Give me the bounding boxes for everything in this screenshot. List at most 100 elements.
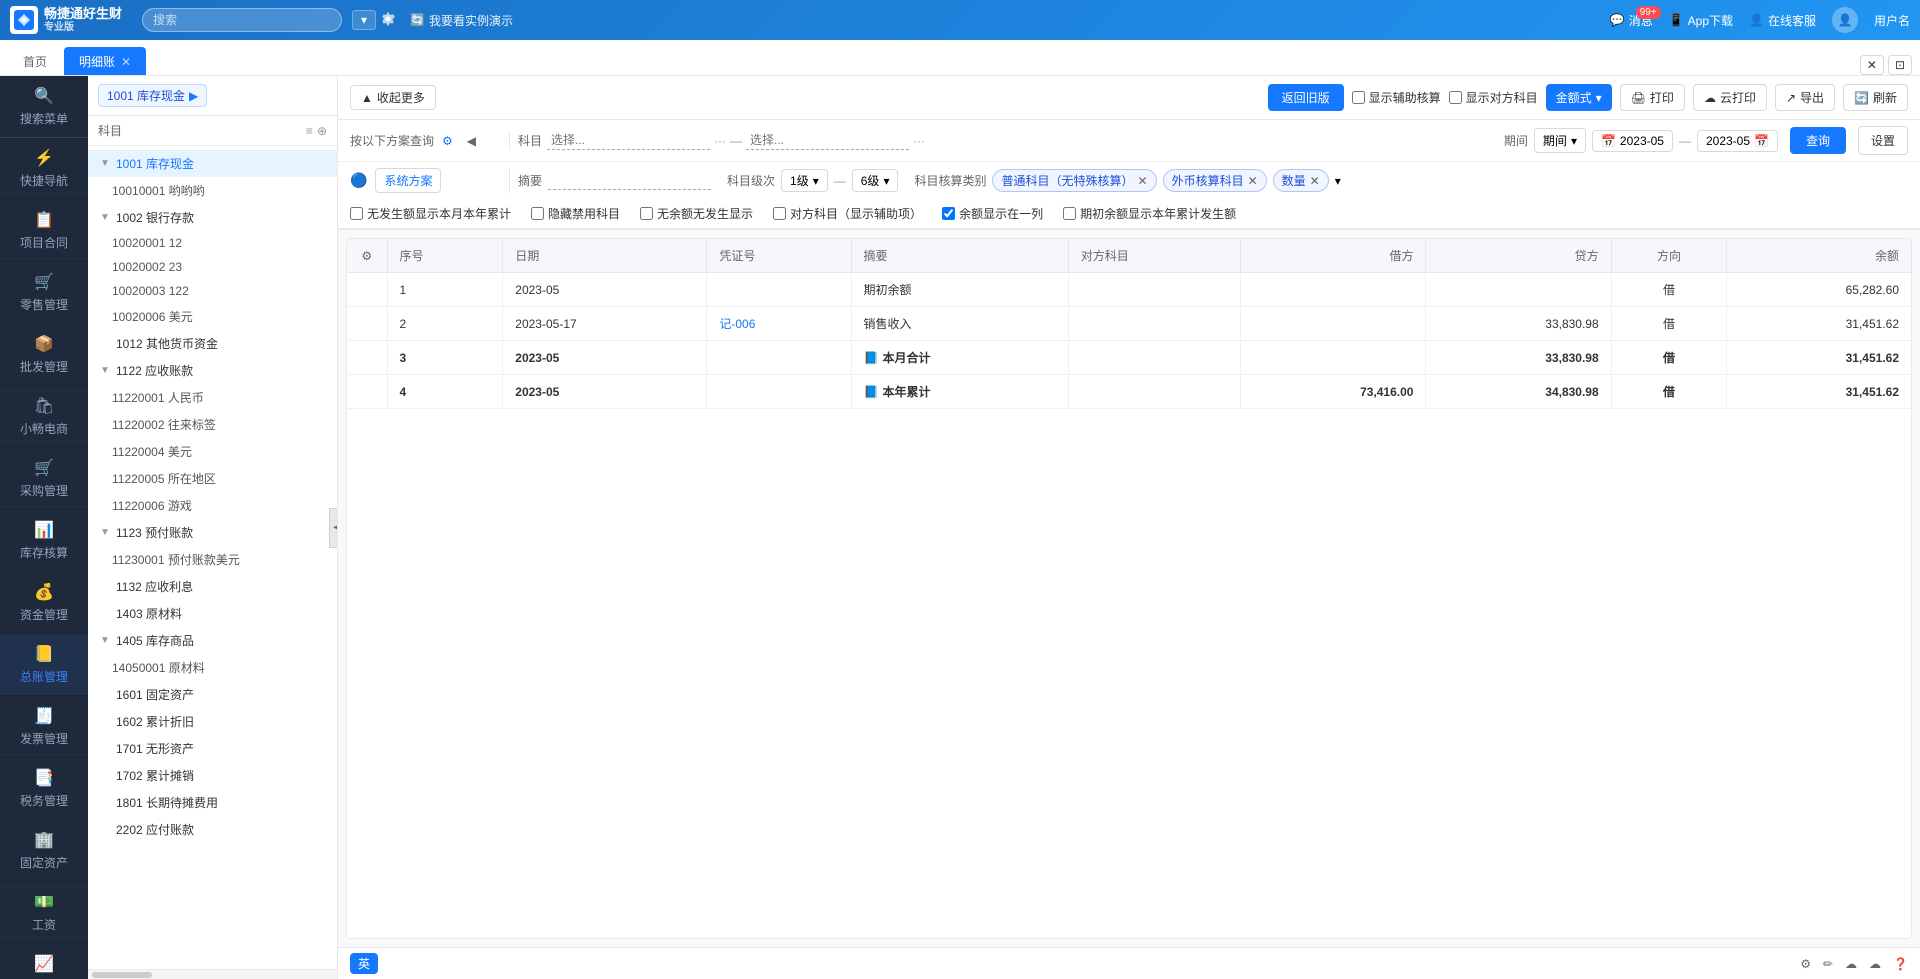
- expand-collapse-btn[interactable]: ⊕: [317, 124, 327, 138]
- sidebar-item-search-menu[interactable]: 🔍 搜索菜单: [0, 76, 88, 138]
- tree-item-1012[interactable]: 1012 其他货币资金: [88, 330, 337, 357]
- tree-scrollbar-h[interactable]: [88, 969, 337, 979]
- export-btn[interactable]: ↗ 导出: [1775, 84, 1835, 111]
- subject-end-input[interactable]: [746, 131, 909, 150]
- checkbox-no-remain[interactable]: 无余额无发生显示: [640, 205, 753, 222]
- tree-item-11220004[interactable]: 11220004 美元: [88, 438, 337, 465]
- tree-item-1602[interactable]: 1602 累计折旧: [88, 708, 337, 735]
- tag-normal-subject[interactable]: 普通科目（无特殊核算） ✕: [992, 169, 1156, 192]
- show-contra-input[interactable]: [1449, 91, 1462, 104]
- filter-settings-icon[interactable]: ⚙: [442, 134, 453, 148]
- tree-item-10020006[interactable]: 10020006 美元: [88, 303, 337, 330]
- checkbox-ytd[interactable]: 期初余额显示本年累计发生额: [1063, 205, 1236, 222]
- sidebar-item-ecommerce[interactable]: 🛍 小畅电商: [0, 386, 88, 448]
- sidebar-item-payroll[interactable]: 💵 工资: [0, 882, 88, 944]
- tree-item-14050001[interactable]: 14050001 原材料: [88, 654, 337, 681]
- query-btn[interactable]: 查询: [1790, 127, 1846, 154]
- sidebar-item-invoice-mgmt[interactable]: 🧾 发票管理: [0, 696, 88, 758]
- show-aux-checkbox[interactable]: 显示辅助核算: [1352, 89, 1441, 106]
- tag-quantity[interactable]: 数量 ✕: [1273, 169, 1329, 192]
- level-start-selector[interactable]: 1级 ▾: [781, 169, 828, 192]
- tag-foreign-subject[interactable]: 外币核算科目 ✕: [1163, 169, 1267, 192]
- checkbox-balance-col[interactable]: 余额显示在一列: [942, 205, 1043, 222]
- checkbox-hide-disabled[interactable]: 隐藏禁用科目: [531, 205, 620, 222]
- tree-item-1403[interactable]: 1403 原材料: [88, 600, 337, 627]
- online-service-btn[interactable]: 👤 在线客服: [1749, 12, 1816, 29]
- tree-item-1601[interactable]: 1601 固定资产: [88, 681, 337, 708]
- tree-item-2202[interactable]: 2202 应付账款: [88, 816, 337, 843]
- list-view-btn[interactable]: ≡: [306, 124, 313, 138]
- back-btn[interactable]: 返回旧版: [1268, 84, 1344, 111]
- tree-item-11230001[interactable]: 11230001 预付账款美元: [88, 546, 337, 573]
- tab-expand-btn[interactable]: ⊡: [1888, 55, 1912, 75]
- tree-item-11220006[interactable]: 11220006 游戏: [88, 492, 337, 519]
- tree-item-1001[interactable]: ▼ 1001 库存现金: [88, 150, 337, 177]
- cloud-print-btn[interactable]: ☁ 云打印: [1693, 84, 1767, 111]
- tab-home[interactable]: 首页: [8, 47, 62, 75]
- tag-close-icon-3[interactable]: ✕: [1310, 174, 1320, 188]
- gear-icon[interactable]: [376, 7, 400, 34]
- tree-item-1002[interactable]: ▼ 1002 银行存款: [88, 204, 337, 231]
- sidebar-item-ops-mgmt[interactable]: 📈 经营管理: [0, 944, 88, 979]
- tree-item-1123[interactable]: ▼ 1123 预付账款: [88, 519, 337, 546]
- current-account-badge[interactable]: 1001 库存现金 ▶: [98, 84, 207, 107]
- panel-collapse-handle[interactable]: ◀: [329, 508, 338, 548]
- dropdown-btn[interactable]: ▾: [352, 10, 376, 30]
- scheme-btn[interactable]: 系统方案: [375, 168, 441, 193]
- show-aux-input[interactable]: [1352, 91, 1365, 104]
- period-end-selector[interactable]: 2023-05 📅: [1697, 130, 1778, 152]
- tree-item-10010001[interactable]: 10010001 哟哟哟: [88, 177, 337, 204]
- username[interactable]: 用户名: [1874, 12, 1910, 29]
- checkbox-contra[interactable]: 对方科目（显示辅助项）: [773, 205, 922, 222]
- checkbox-no-balance[interactable]: 无发生额显示本月本年累计: [350, 205, 511, 222]
- tree-item-1702[interactable]: 1702 累计摊销: [88, 762, 337, 789]
- sidebar-item-tax-mgmt[interactable]: 📑 税务管理: [0, 758, 88, 820]
- tree-item-1122[interactable]: ▼ 1122 应收账款: [88, 357, 337, 384]
- sidebar-item-fixed-assets[interactable]: 🏢 固定资产: [0, 820, 88, 882]
- bottom-settings-btn[interactable]: ⚙: [1800, 957, 1811, 971]
- summary-input[interactable]: [548, 171, 711, 190]
- scroll-thumb[interactable]: [92, 972, 152, 978]
- tree-item-1132[interactable]: 1132 应收利息: [88, 573, 337, 600]
- search-input[interactable]: [142, 8, 342, 32]
- tab-close-icon[interactable]: ✕: [121, 55, 131, 69]
- filter-collapse-btn[interactable]: ◀: [461, 132, 482, 150]
- bottom-help-btn[interactable]: ❓: [1893, 957, 1908, 971]
- bottom-edit-btn[interactable]: ✏: [1823, 957, 1833, 971]
- level-end-selector[interactable]: 6级 ▾: [852, 169, 899, 192]
- avatar[interactable]: 👤: [1832, 7, 1858, 33]
- period-type-selector[interactable]: 期间 ▾: [1534, 128, 1586, 153]
- tab-detail[interactable]: 明细账 ✕: [64, 47, 146, 75]
- tree-item-10020003[interactable]: 10020003 122: [88, 279, 337, 303]
- period-start-selector[interactable]: 📅 2023-05: [1592, 130, 1673, 152]
- format-btn[interactable]: 金额式 ▾: [1546, 84, 1612, 111]
- translate-btn[interactable]: 英: [350, 953, 378, 974]
- expand-more-btn[interactable]: ▲ 收起更多: [350, 85, 436, 110]
- tab-close-btn[interactable]: ✕: [1860, 55, 1884, 75]
- sidebar-item-project-contract[interactable]: 📋 项目合同: [0, 200, 88, 262]
- refresh-btn[interactable]: 🔄 刷新: [1843, 84, 1908, 111]
- setting-btn[interactable]: 设置: [1858, 126, 1908, 155]
- print-btn[interactable]: 🖨 打印: [1620, 84, 1685, 111]
- sidebar-item-quick-nav[interactable]: ⚡ 快捷导航: [0, 138, 88, 200]
- sidebar-item-purchase-mgmt[interactable]: 🛒 采购管理: [0, 448, 88, 510]
- tag-close-icon[interactable]: ✕: [1138, 174, 1148, 188]
- sidebar-item-inventory[interactable]: 📊 库存核算: [0, 510, 88, 572]
- messages-btn[interactable]: 💬 消息 99+: [1610, 12, 1653, 29]
- tree-item-1701[interactable]: 1701 无形资产: [88, 735, 337, 762]
- tree-item-11220002[interactable]: 11220002 往来标签: [88, 411, 337, 438]
- sidebar-item-wholesale-mgmt[interactable]: 📦 批发管理: [0, 324, 88, 386]
- th-gear[interactable]: ⚙: [347, 239, 387, 273]
- tree-item-1801[interactable]: 1801 长期待摊费用: [88, 789, 337, 816]
- sidebar-item-retail-mgmt[interactable]: 🛒 零售管理: [0, 262, 88, 324]
- sidebar-item-capital-mgmt[interactable]: 💰 资金管理: [0, 572, 88, 634]
- subject-input[interactable]: [547, 131, 710, 150]
- show-contra-checkbox[interactable]: 显示对方科目: [1449, 89, 1538, 106]
- voucher-link-2[interactable]: 记-006: [719, 317, 755, 331]
- tree-item-10020001[interactable]: 10020001 12: [88, 231, 337, 255]
- bottom-cloud-btn[interactable]: ☁: [1845, 957, 1857, 971]
- tree-item-11220005[interactable]: 11220005 所在地区: [88, 465, 337, 492]
- bottom-cloud2-btn[interactable]: ☁: [1869, 957, 1881, 971]
- tree-item-11220001[interactable]: 11220001 人民币: [88, 384, 337, 411]
- demo-link[interactable]: 🔄 我要看实例演示: [410, 12, 513, 29]
